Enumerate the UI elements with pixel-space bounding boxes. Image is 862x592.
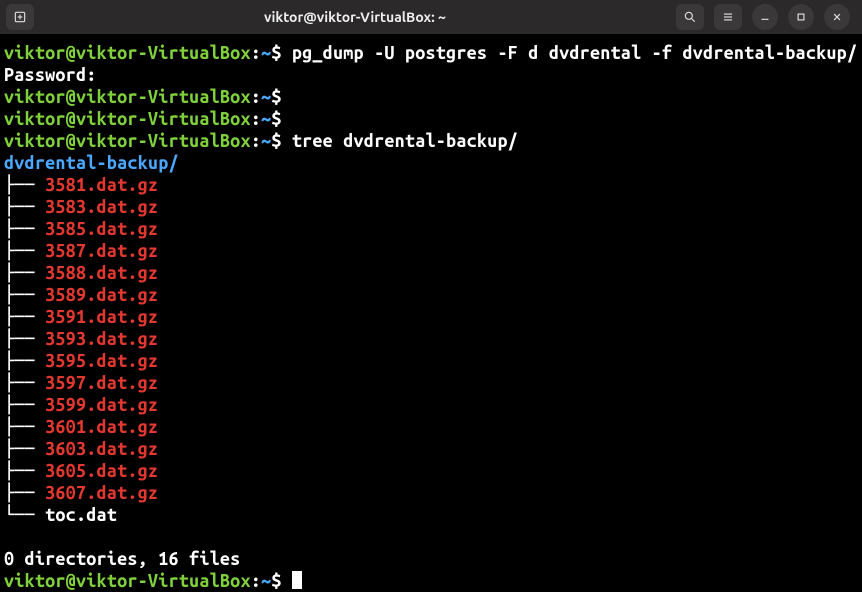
tree-row: ├── 3607.dat.gz [4, 482, 858, 504]
tree-file: 3603.dat.gz [45, 439, 158, 459]
window-title: viktor@viktor-VirtualBox: ~ [40, 9, 670, 25]
titlebar: viktor@viktor-VirtualBox: ~ [0, 0, 862, 34]
tree-file: 3593.dat.gz [45, 329, 158, 349]
prompt-path: ~ [261, 87, 271, 107]
prompt-path: ~ [261, 109, 271, 129]
cursor [292, 571, 302, 589]
line-empty-prompt: viktor@viktor-VirtualBox:~$ [4, 86, 858, 108]
tree-row: ├── 3581.dat.gz [4, 174, 858, 196]
prompt-sigil: $ [271, 109, 292, 129]
tree-file: 3583.dat.gz [45, 197, 158, 217]
line-cmd-pgdump: viktor@viktor-VirtualBox:~$ pg_dump -U p… [4, 42, 858, 64]
tree-file: 3601.dat.gz [45, 417, 158, 437]
prompt-sigil: $ [271, 87, 292, 107]
search-button[interactable] [676, 4, 704, 30]
maximize-icon [794, 10, 808, 24]
menu-button[interactable] [714, 4, 742, 30]
prompt-sep: : [251, 43, 261, 63]
prompt-sigil: $ [271, 131, 292, 151]
prompt-user-host: viktor@viktor-VirtualBox [4, 131, 251, 151]
maximize-button[interactable] [788, 4, 814, 30]
tree-row: ├── 3585.dat.gz [4, 218, 858, 240]
tree-summary: 0 directories, 16 files [4, 548, 858, 570]
tree-row: ├── 3591.dat.gz [4, 306, 858, 328]
tree-file: toc.dat [45, 505, 117, 525]
tree-row: ├── 3587.dat.gz [4, 240, 858, 262]
window-controls [752, 4, 850, 30]
tree-dir-header: dvdrental-backup/ [4, 152, 858, 174]
tree-file: 3587.dat.gz [45, 241, 158, 261]
hamburger-icon [721, 10, 735, 24]
minimize-icon [758, 10, 772, 24]
titlebar-left [6, 4, 34, 30]
line-empty-prompt: viktor@viktor-VirtualBox:~$ [4, 108, 858, 130]
tree-file: 3607.dat.gz [45, 483, 158, 503]
tree-row: ├── 3589.dat.gz [4, 284, 858, 306]
tree-row: ├── 3603.dat.gz [4, 438, 858, 460]
prompt-user-host: viktor@viktor-VirtualBox [4, 109, 251, 129]
cmd-text: tree dvdrental-backup/ [292, 131, 518, 151]
prompt-path: ~ [261, 571, 271, 591]
new-tab-button[interactable] [6, 4, 34, 30]
tree-file: 3599.dat.gz [45, 395, 158, 415]
titlebar-right [676, 4, 856, 30]
prompt-sigil: $ [271, 43, 292, 63]
tree-file: 3597.dat.gz [45, 373, 158, 393]
search-icon [683, 10, 697, 24]
cmd-text: pg_dump -U postgres -F d dvdrental -f dv… [292, 43, 857, 63]
tree-row: ├── 3588.dat.gz [4, 262, 858, 284]
line-password: Password: [4, 64, 858, 86]
tree-row: └── toc.dat [4, 504, 858, 526]
close-button[interactable] [824, 4, 850, 30]
tree-file: 3605.dat.gz [45, 461, 158, 481]
line-cmd-tree: viktor@viktor-VirtualBox:~$ tree dvdrent… [4, 130, 858, 152]
prompt-sep: : [251, 87, 261, 107]
close-icon [830, 10, 844, 24]
prompt-sep: : [251, 131, 261, 151]
tree-row: ├── 3593.dat.gz [4, 328, 858, 350]
new-tab-icon [13, 10, 27, 24]
line-current-prompt: viktor@viktor-VirtualBox:~$ [4, 570, 858, 592]
prompt-sigil: $ [271, 571, 292, 591]
tree-file: 3585.dat.gz [45, 219, 158, 239]
prompt-path: ~ [261, 131, 271, 151]
tree-file: 3588.dat.gz [45, 263, 158, 283]
prompt-path: ~ [261, 43, 271, 63]
minimize-button[interactable] [752, 4, 778, 30]
prompt-sep: : [251, 109, 261, 129]
tree-row: ├── 3583.dat.gz [4, 196, 858, 218]
prompt-user-host: viktor@viktor-VirtualBox [4, 87, 251, 107]
prompt-sep: : [251, 571, 261, 591]
tree-row: ├── 3599.dat.gz [4, 394, 858, 416]
prompt-user-host: viktor@viktor-VirtualBox [4, 43, 251, 63]
tree-file: 3589.dat.gz [45, 285, 158, 305]
tree-file: 3595.dat.gz [45, 351, 158, 371]
tree-row: ├── 3601.dat.gz [4, 416, 858, 438]
tree-blank [4, 526, 858, 548]
terminal-output[interactable]: viktor@viktor-VirtualBox:~$ pg_dump -U p… [0, 34, 862, 592]
prompt-user-host: viktor@viktor-VirtualBox [4, 571, 251, 591]
tree-row: ├── 3595.dat.gz [4, 350, 858, 372]
tree-file: 3591.dat.gz [45, 307, 158, 327]
tree-row: ├── 3597.dat.gz [4, 372, 858, 394]
tree-file: 3581.dat.gz [45, 175, 158, 195]
tree-row: ├── 3605.dat.gz [4, 460, 858, 482]
